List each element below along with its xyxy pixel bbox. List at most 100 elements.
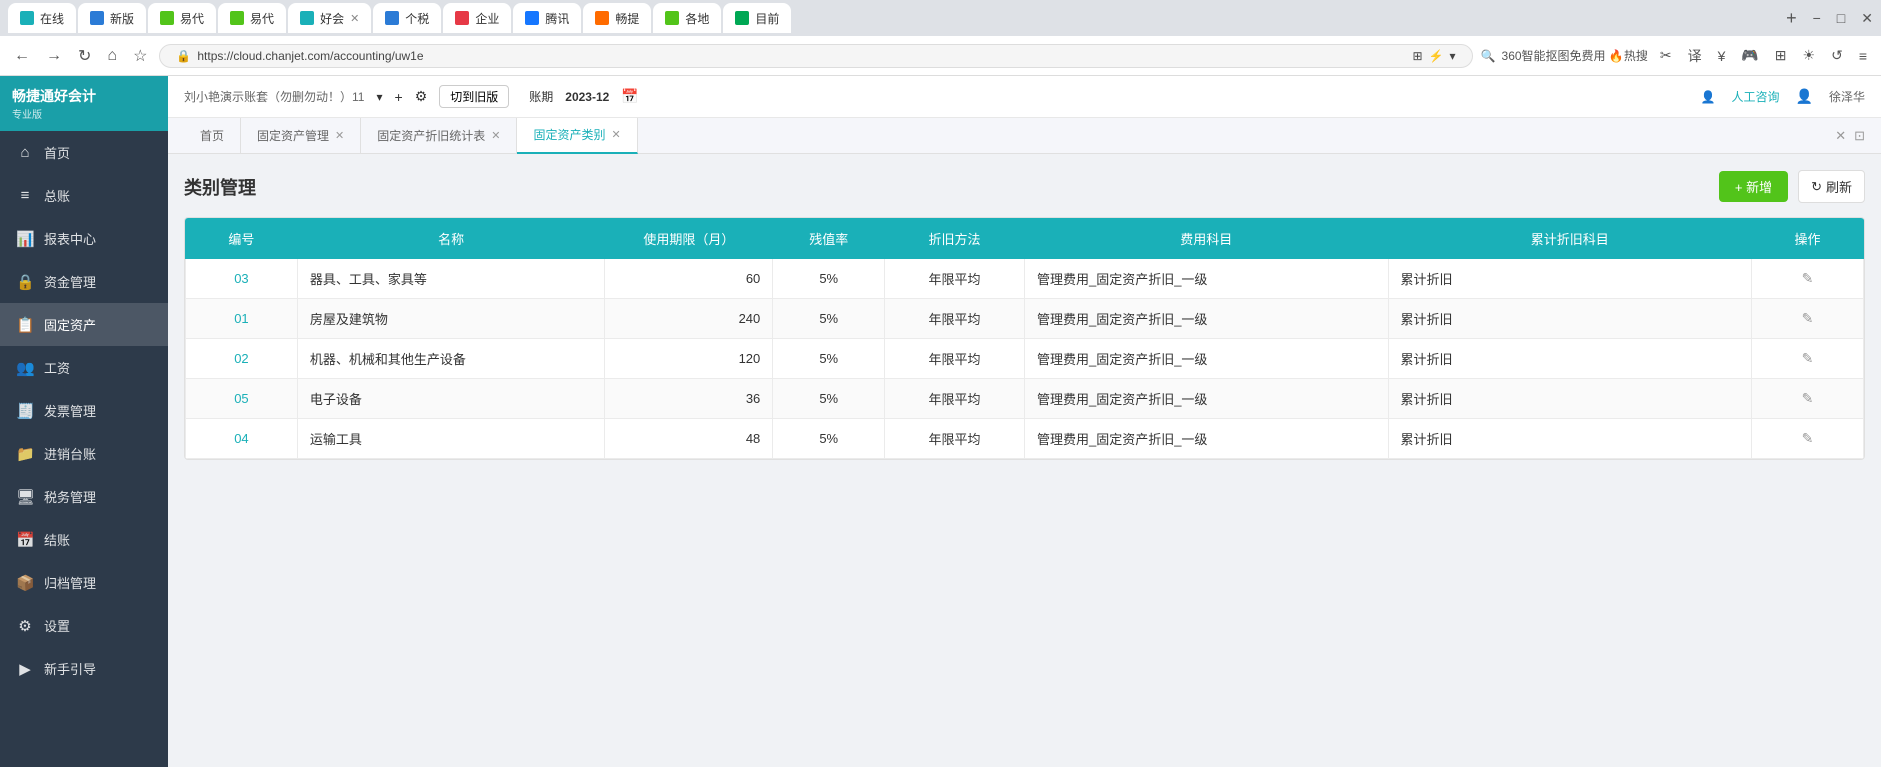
col-depreciation: 累计折旧科目 xyxy=(1388,219,1752,259)
tab-icon-8 xyxy=(595,11,609,25)
sidebar-item-close[interactable]: 📅 结账 xyxy=(0,518,168,561)
cell-depreciation: 累计折旧 xyxy=(1388,339,1752,379)
table-header-row: 编号 名称 使用期限（月） 残值率 折旧方法 费用科目 累计折旧科目 操作 xyxy=(186,219,1864,259)
cell-id: 01 xyxy=(186,299,298,339)
dropdown-icon[interactable]: ▾ xyxy=(376,90,382,104)
browser-tab-1[interactable]: 新版 xyxy=(78,3,146,33)
consult-label[interactable]: 人工咨询 xyxy=(1732,88,1780,105)
translate-btn[interactable]: 译 xyxy=(1684,42,1706,70)
browser-tab-5[interactable]: 个税 xyxy=(373,3,441,33)
sidebar-item-settings[interactable]: ⚙ 设置 xyxy=(0,604,168,647)
cell-name: 电子设备 xyxy=(297,379,605,419)
address-bar[interactable]: 🔒 https://cloud.chanjet.com/accounting/u… xyxy=(159,44,1472,68)
close-period-icon: 📅 xyxy=(16,531,34,549)
sidebar-item-archive[interactable]: 📦 归档管理 xyxy=(0,561,168,604)
tab-label-4: 好会 xyxy=(320,10,344,27)
cell-op[interactable]: ✎ xyxy=(1752,339,1864,379)
sidebar-item-guide[interactable]: ▶ 新手引导 xyxy=(0,647,168,690)
game-btn[interactable]: 🎮 xyxy=(1737,43,1762,68)
refresh-button[interactable]: ↻ 刷新 xyxy=(1798,170,1865,203)
currency-btn[interactable]: ¥ xyxy=(1714,44,1730,68)
back-btn[interactable]: ← xyxy=(10,43,34,69)
browser-tab-8[interactable]: 畅提 xyxy=(583,3,651,33)
table-header: 编号 名称 使用期限（月） 残值率 折旧方法 费用科目 累计折旧科目 操作 xyxy=(186,219,1864,259)
page-tab-home[interactable]: 首页 xyxy=(184,118,241,154)
browser-tab-close-4[interactable]: ✕ xyxy=(350,12,359,25)
table-row: 02 机器、机械和其他生产设备 120 5% 年限平均 管理费用_固定资产折旧_… xyxy=(186,339,1864,379)
sidebar-item-tax[interactable]: 🖥 税务管理 xyxy=(0,475,168,518)
sidebar-item-salary[interactable]: 👥 工资 xyxy=(0,346,168,389)
grid-btn[interactable]: ⊞ xyxy=(1771,43,1791,68)
browser-tab-2[interactable]: 易代 xyxy=(148,3,216,33)
page-tab-category-close[interactable]: ✕ xyxy=(612,128,621,141)
tab-icon-10 xyxy=(735,11,749,25)
star-btn[interactable]: ☆ xyxy=(129,42,151,70)
calendar-icon[interactable]: 📅 xyxy=(621,88,638,105)
edit-icon[interactable]: ✎ xyxy=(1802,430,1814,446)
table-row: 03 器具、工具、家具等 60 5% 年限平均 管理费用_固定资产折旧_一级 累… xyxy=(186,259,1864,299)
browser-tab-3[interactable]: 易代 xyxy=(218,3,286,33)
sidebar-label-home: 首页 xyxy=(44,143,70,162)
page-tab-depreciation-table-label: 固定资产折旧统计表 xyxy=(377,127,485,144)
browser-tab-4[interactable]: 好会 ✕ xyxy=(288,3,371,33)
tab-bar-close-btn[interactable]: ✕ xyxy=(1835,128,1846,144)
user-info: 刘小艳演示账套（勿删勿动！）11 xyxy=(184,88,364,105)
edit-icon[interactable]: ✎ xyxy=(1802,390,1814,406)
maximize-btn[interactable]: □ xyxy=(1837,10,1845,26)
undo-btn[interactable]: ↺ xyxy=(1827,43,1847,68)
sidebar-item-ledger[interactable]: ≡ 总账 xyxy=(0,174,168,217)
switch-to-old-btn[interactable]: 切到旧版 xyxy=(439,85,509,108)
edit-icon[interactable]: ✎ xyxy=(1802,270,1814,286)
cell-id: 02 xyxy=(186,339,298,379)
tab-label-10: 目前 xyxy=(755,10,779,27)
sidebar-item-invoice[interactable]: 🧾 发票管理 xyxy=(0,389,168,432)
browser-tab-10[interactable]: 目前 xyxy=(723,3,791,33)
add-account-icon[interactable]: + xyxy=(395,89,403,105)
page-tab-fixed-mgmt[interactable]: 固定资产管理 ✕ xyxy=(241,118,361,154)
header-actions: + 新增 ↻ 刷新 xyxy=(1719,170,1865,203)
cell-op[interactable]: ✎ xyxy=(1752,419,1864,459)
home-btn[interactable]: ⌂ xyxy=(103,43,121,69)
page-tab-category[interactable]: 固定资产类别 ✕ xyxy=(517,118,637,154)
tab-icon-9 xyxy=(665,11,679,25)
guide-icon: ▶ xyxy=(16,660,34,678)
sidebar-logo: 畅捷通好会计 xyxy=(12,86,156,106)
new-tab-btn[interactable]: + xyxy=(1786,8,1797,29)
sidebar-item-fund[interactable]: 🔒 资金管理 xyxy=(0,260,168,303)
minimize-btn[interactable]: − xyxy=(1813,10,1821,26)
sun-btn[interactable]: ☀ xyxy=(1799,43,1820,68)
cell-method: 年限平均 xyxy=(885,339,1025,379)
sidebar-item-home[interactable]: ⌂ 首页 xyxy=(0,131,168,174)
browser-tab-0[interactable]: 在线 xyxy=(8,3,76,33)
cell-op[interactable]: ✎ xyxy=(1752,379,1864,419)
settings-gear-icon[interactable]: ⚙ xyxy=(415,88,428,105)
cell-expense: 管理费用_固定资产折旧_一级 xyxy=(1024,419,1388,459)
page-tab-fixed-mgmt-close[interactable]: ✕ xyxy=(335,129,344,142)
page-tab-depreciation-close[interactable]: ✕ xyxy=(491,129,500,142)
sidebar-item-fixed-assets[interactable]: 📋 固定资产 xyxy=(0,303,168,346)
cell-rate: 5% xyxy=(773,299,885,339)
cell-op[interactable]: ✎ xyxy=(1752,299,1864,339)
cell-name: 房屋及建筑物 xyxy=(297,299,605,339)
cut-btn[interactable]: ✂ xyxy=(1656,43,1676,68)
page-tab-depreciation-table[interactable]: 固定资产折旧统计表 ✕ xyxy=(361,118,517,154)
reload-btn[interactable]: ↻ xyxy=(74,42,95,70)
sidebar-logo-sub: 专业版 xyxy=(12,106,156,121)
sidebar-item-report[interactable]: 📊 报表中心 xyxy=(0,217,168,260)
sidebar-item-inventory[interactable]: 📁 进销台账 xyxy=(0,432,168,475)
add-button[interactable]: + 新增 xyxy=(1719,171,1788,202)
col-op: 操作 xyxy=(1752,219,1864,259)
sidebar-label-settings: 设置 xyxy=(44,616,70,635)
browser-tab-6[interactable]: 企业 xyxy=(443,3,511,33)
browser-tab-9[interactable]: 各地 xyxy=(653,3,721,33)
browser-tab-7[interactable]: 腾讯 xyxy=(513,3,581,33)
edit-icon[interactable]: ✎ xyxy=(1802,350,1814,366)
forward-btn[interactable]: → xyxy=(42,43,66,69)
edit-icon[interactable]: ✎ xyxy=(1802,310,1814,326)
cell-id: 04 xyxy=(186,419,298,459)
expand-icon: ⊞ xyxy=(1413,49,1423,63)
close-btn[interactable]: ✕ xyxy=(1861,10,1873,27)
menu-btn[interactable]: ≡ xyxy=(1855,44,1871,68)
cell-op[interactable]: ✎ xyxy=(1752,259,1864,299)
tab-bar-expand-btn[interactable]: ⊡ xyxy=(1854,128,1865,144)
